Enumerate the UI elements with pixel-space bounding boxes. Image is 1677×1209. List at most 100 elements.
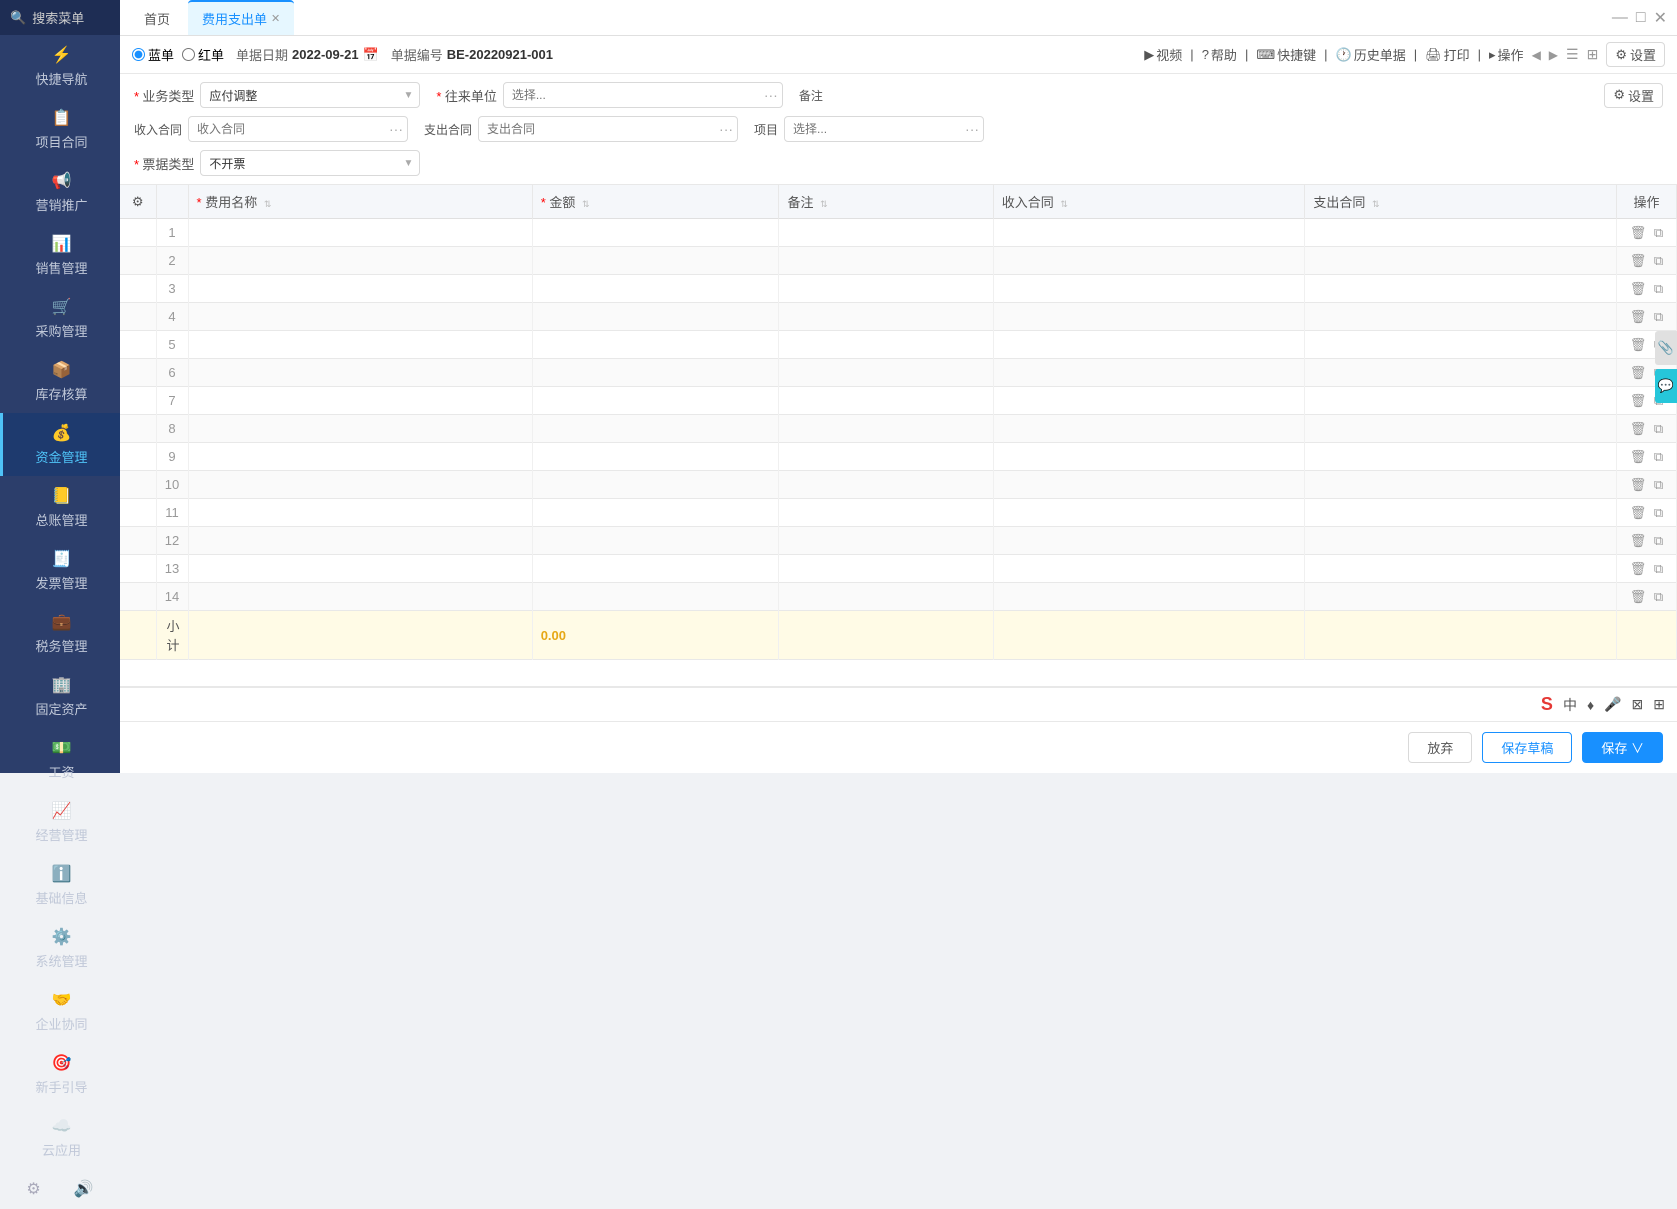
amount-cell[interactable] [532, 499, 779, 527]
remark-cell[interactable] [779, 443, 993, 471]
expense-contract-select[interactable]: ··· [478, 116, 738, 142]
income-contract-cell[interactable] [993, 359, 1305, 387]
expense-contract-cell[interactable] [1305, 219, 1617, 247]
expense-name-cell[interactable] [188, 583, 532, 611]
tab-expense[interactable]: 费用支出单 ✕ [188, 0, 294, 35]
expense-name-cell[interactable] [188, 471, 532, 499]
income-contract-cell[interactable] [993, 443, 1305, 471]
row-delete-icon[interactable]: 🗑 [1630, 589, 1647, 604]
amount-cell[interactable] [532, 331, 779, 359]
remark-cell[interactable] [779, 331, 993, 359]
list-view-btn[interactable]: ☰ [1566, 46, 1579, 63]
row-copy-icon[interactable]: ⧉ [1654, 533, 1663, 548]
amount-cell[interactable] [532, 275, 779, 303]
expense-contract-cell[interactable] [1305, 471, 1617, 499]
project-input[interactable] [785, 119, 961, 139]
tab-close-expense[interactable]: ✕ [271, 12, 280, 25]
row-delete-icon[interactable]: 🗑 [1630, 561, 1647, 576]
remark-cell[interactable] [779, 499, 993, 527]
expense-contract-cell[interactable] [1305, 415, 1617, 443]
nav-prev-btn[interactable]: ◀ [1532, 48, 1541, 62]
amount-cell[interactable] [532, 443, 779, 471]
remark-cell[interactable] [779, 359, 993, 387]
settings-button[interactable]: ⚙ 设置 [1606, 42, 1665, 67]
sidebar-item-fund-mgmt[interactable]: 💰 资金管理 [0, 413, 120, 476]
income-contract-cell[interactable] [993, 499, 1305, 527]
amount-cell[interactable] [532, 359, 779, 387]
sidebar-search[interactable]: 🔍 搜索菜单 [0, 0, 120, 35]
expense-contract-cell[interactable] [1305, 275, 1617, 303]
row-copy-icon[interactable]: ⧉ [1654, 281, 1663, 296]
row-delete-icon[interactable]: 🗑 [1630, 533, 1647, 548]
sidebar-item-marketing[interactable]: 📢 营销推广 [0, 161, 120, 224]
remark-cell[interactable] [779, 415, 993, 443]
blue-single-radio[interactable]: 蓝单 [132, 45, 174, 64]
row-delete-icon[interactable]: 🗑 [1630, 225, 1647, 240]
sidebar-item-purchase-mgmt[interactable]: 🛒 采购管理 [0, 287, 120, 350]
sidebar-item-invoice-mgmt[interactable]: 🧾 发票管理 [0, 539, 120, 602]
dropdown-arrow-icon[interactable]: ▼ [398, 90, 420, 101]
table-settings-icon[interactable]: ⚙ [132, 194, 144, 209]
amount-cell[interactable] [532, 219, 779, 247]
remark-cell[interactable] [779, 247, 993, 275]
income-contract-cell[interactable] [993, 387, 1305, 415]
income-contract-dots[interactable]: ··· [385, 121, 407, 137]
income-contract-cell[interactable] [993, 247, 1305, 275]
attach-float-btn[interactable]: 📎 [1655, 331, 1677, 365]
sidebar-item-ledger-mgmt[interactable]: 📒 总账管理 [0, 476, 120, 539]
sort-expense-icon[interactable]: ⇅ [1372, 199, 1380, 209]
row-delete-icon[interactable]: 🗑 [1630, 449, 1647, 464]
sidebar-item-sales-mgmt[interactable]: 📊 销售管理 [0, 224, 120, 287]
income-contract-cell[interactable] [993, 583, 1305, 611]
row-copy-icon[interactable]: ⧉ [1654, 589, 1663, 604]
sidebar-item-fixed-assets[interactable]: 🏢 固定资产 [0, 665, 120, 728]
save-draft-button[interactable]: 保存草稿 [1482, 732, 1572, 763]
row-copy-icon[interactable]: ⧉ [1654, 253, 1663, 268]
income-contract-select[interactable]: ··· [188, 116, 408, 142]
row-delete-icon[interactable]: 🗑 [1630, 365, 1647, 380]
toolbar-action-help[interactable]: ? 帮助 [1202, 45, 1237, 64]
invoice-type-input[interactable] [201, 153, 397, 173]
invoice-type-select[interactable]: ▼ [200, 150, 420, 176]
income-contract-cell[interactable] [993, 415, 1305, 443]
save-button[interactable]: 保存 ∨ [1582, 732, 1663, 763]
maximize-btn[interactable]: □ [1636, 9, 1646, 27]
income-contract-cell[interactable] [993, 471, 1305, 499]
business-type-input[interactable] [201, 85, 397, 105]
row-copy-icon[interactable]: ⧉ [1654, 225, 1663, 240]
amount-cell[interactable] [532, 303, 779, 331]
row-copy-icon[interactable]: ⧉ [1654, 477, 1663, 492]
toolbar-action-shortcut[interactable]: ⌨ 快捷键 [1256, 45, 1316, 64]
row-delete-icon[interactable]: 🗑 [1630, 505, 1647, 520]
logo-mic-icon[interactable]: 🎤 [1604, 696, 1621, 713]
sidebar-item-new-guide[interactable]: 🎯 新手引导 [0, 1043, 120, 1106]
toolbar-action-print[interactable]: 🖨 打印 [1425, 45, 1470, 64]
sidebar-item-sys-mgmt[interactable]: ⚙️ 系统管理 [0, 917, 120, 980]
red-single-radio[interactable]: 红单 [182, 45, 224, 64]
chat-float-btn[interactable]: 💬 [1655, 369, 1677, 403]
th-income-contract[interactable]: 收入合同 ⇅ [993, 185, 1305, 219]
sort-income-icon[interactable]: ⇅ [1060, 199, 1068, 209]
sidebar-item-enterprise[interactable]: 🤝 企业协同 [0, 980, 120, 1043]
close-window-btn[interactable]: ✕ [1654, 8, 1667, 28]
row-delete-icon[interactable]: 🗑 [1630, 477, 1647, 492]
invoice-type-arrow-icon[interactable]: ▼ [398, 158, 420, 169]
sidebar-item-tax-mgmt[interactable]: 💼 税务管理 [0, 602, 120, 665]
remark-cell[interactable] [779, 527, 993, 555]
remark-cell[interactable] [779, 219, 993, 247]
expense-contract-dots[interactable]: ··· [715, 121, 737, 137]
expense-name-cell[interactable] [188, 555, 532, 583]
remark-cell[interactable] [779, 387, 993, 415]
expense-name-cell[interactable] [188, 247, 532, 275]
amount-cell[interactable] [532, 471, 779, 499]
tab-home[interactable]: 首页 [130, 0, 184, 35]
row-delete-icon[interactable]: 🗑 [1630, 421, 1647, 436]
amount-cell[interactable] [532, 387, 779, 415]
business-type-select[interactable]: ▼ [200, 82, 420, 108]
expense-contract-cell[interactable] [1305, 443, 1617, 471]
sidebar-item-project-contract[interactable]: 📋 项目合同 [0, 98, 120, 161]
expense-contract-input[interactable] [479, 119, 715, 139]
remark-cell[interactable] [779, 303, 993, 331]
sidebar-item-basic-info[interactable]: ℹ️ 基础信息 [0, 854, 120, 917]
expense-name-cell[interactable] [188, 499, 532, 527]
